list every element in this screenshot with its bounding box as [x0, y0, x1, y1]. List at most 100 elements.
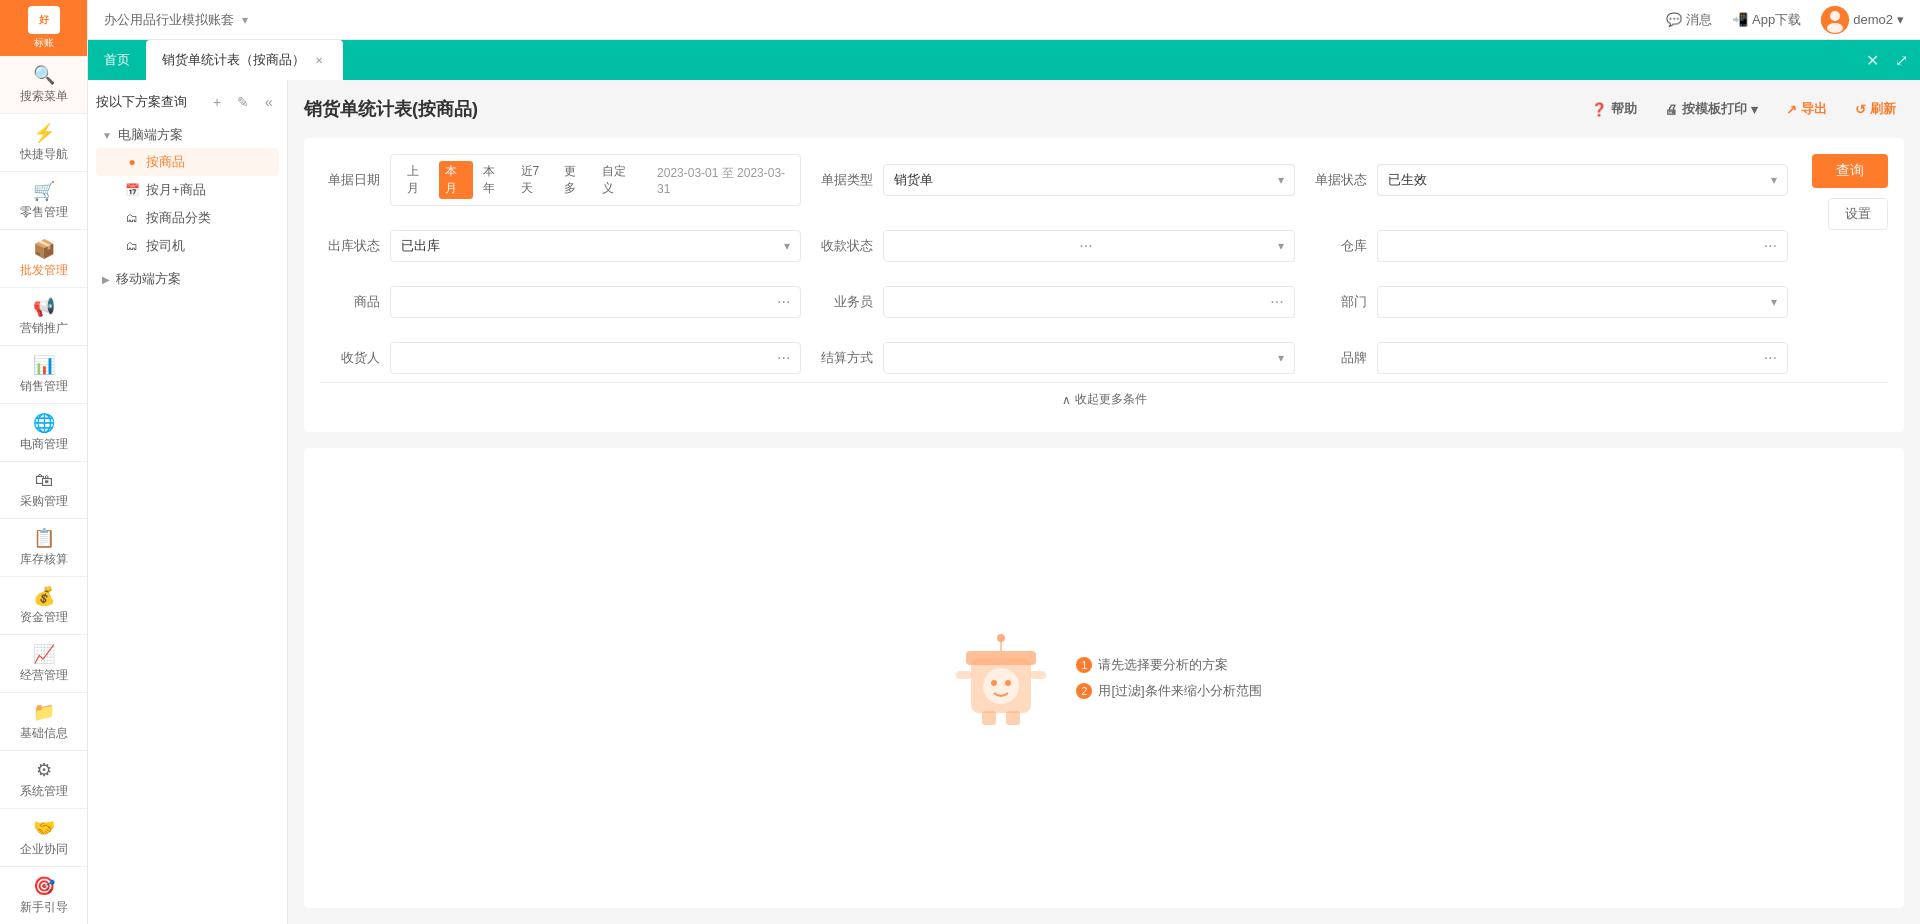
sidebar-item-sales[interactable]: 📊 销售管理 [0, 346, 87, 404]
close-window-button[interactable]: ✕ [1862, 47, 1883, 74]
newguide-icon: 🎯 [33, 875, 55, 897]
department-control[interactable]: ▾ [1377, 286, 1788, 318]
date-tab-more[interactable]: 更多 [558, 161, 592, 199]
app-download-label: App下载 [1752, 11, 1801, 29]
add-scheme-button[interactable]: + [207, 92, 227, 112]
sidebar-item-operation[interactable]: 📈 经营管理 [0, 635, 87, 693]
sidebar-item-basicinfo[interactable]: 📁 基础信息 [0, 693, 87, 751]
brand-control[interactable]: ··· [1377, 342, 1788, 374]
sidebar-item-retail[interactable]: 🛒 零售管理 [0, 172, 87, 230]
close-tab-icon[interactable]: ✕ [311, 52, 327, 68]
empty-svg [946, 623, 1056, 733]
help-button[interactable]: ❓ 帮助 [1583, 96, 1645, 122]
svg-point-5 [983, 668, 1019, 704]
tree-group-pc-header[interactable]: ▼ 电脑端方案 [96, 122, 279, 148]
date-tab-last-month[interactable]: 上月 [401, 161, 435, 199]
action-buttons: 查询 设置 [1812, 154, 1888, 230]
tree-item-by-sku[interactable]: 🗂 按司机 [96, 232, 279, 260]
sidebar-item-system[interactable]: ⚙ 系统管理 [0, 751, 87, 809]
settlement-dropdown-icon: ▾ [1278, 351, 1284, 365]
retail-icon: 🛒 [33, 180, 55, 202]
department-label: 部门 [1307, 293, 1377, 311]
sidebar-item-enterprise[interactable]: 🤝 企业协同 [0, 809, 87, 867]
type-label: 单据类型 [813, 171, 883, 189]
type-control[interactable]: 销货单 ▾ [883, 164, 1294, 196]
user-name: demo2 [1853, 12, 1893, 27]
filter-department: 部门 ▾ [1307, 286, 1788, 318]
date-tabs: 上月 本月 本年 近7天 更多 自定义 [401, 161, 641, 199]
warehouse-status-label: 出库状态 [320, 237, 390, 255]
tree-item-by-category[interactable]: 🗂 按商品分类 [96, 204, 279, 232]
system-icon: ⚙ [36, 759, 52, 781]
product-control[interactable]: ··· [390, 286, 801, 318]
date-label: 单据日期 [320, 171, 390, 189]
filter-row-3: 商品 ··· 业务员 ··· [320, 286, 1788, 318]
sidebar-item-search[interactable]: 🔍 搜索菜单 [0, 56, 87, 114]
sidebar-item-marketing[interactable]: 📢 营销推广 [0, 288, 87, 346]
sidebar-item-finance[interactable]: 💰 资金管理 [0, 577, 87, 635]
date-tab-custom[interactable]: 自定义 [596, 161, 641, 199]
avatar-image [1821, 6, 1849, 34]
tree-group-mobile-header[interactable]: ▶ 移动端方案 [96, 266, 279, 292]
sidebar-item-ecommerce[interactable]: 🌐 电商管理 [0, 404, 87, 462]
date-range-control[interactable]: 上月 本月 本年 近7天 更多 自定义 2023-03-01 至 2023-03… [390, 154, 801, 206]
hint-text-2: 用[过滤]条件来缩小分析范围 [1098, 682, 1261, 700]
topbar-left: 办公用品行业模拟账套 ▾ [104, 11, 248, 29]
sidebar-item-quicknav[interactable]: ⚡ 快捷导航 [0, 114, 87, 172]
sidebar-item-label: 快捷导航 [20, 146, 68, 163]
tab-sales-stat-label: 销货单统计表（按商品） [162, 51, 305, 69]
warehouse-control[interactable]: ··· [1377, 230, 1788, 262]
empty-state: 1 请先选择要分析的方案 2 用[过滤]条件来缩小分析范围 [304, 448, 1904, 908]
filter-warehouse: 仓库 ··· [1307, 230, 1788, 262]
expand-window-button[interactable]: ⤢ [1891, 47, 1912, 74]
refresh-button[interactable]: ↺ 刷新 [1847, 96, 1904, 122]
message-button[interactable]: 💬 消息 [1666, 11, 1712, 29]
hint-num-1: 1 [1076, 657, 1092, 673]
tree-item-by-month-product[interactable]: 📅 按月+商品 [96, 176, 279, 204]
query-button[interactable]: 查询 [1812, 154, 1888, 188]
warehouse-status-dropdown-icon: ▾ [784, 239, 790, 253]
payment-dots-icon: ··· [1079, 237, 1092, 255]
app-download-button[interactable]: 📲 App下载 [1732, 11, 1801, 29]
user-menu[interactable]: demo2 ▾ [1821, 6, 1904, 34]
sidebar-item-label: 经营管理 [20, 667, 68, 684]
edit-scheme-button[interactable]: ✎ [233, 92, 253, 112]
export-button[interactable]: ↗ 导出 [1778, 96, 1835, 122]
warehouse-status-control[interactable]: 已出库 ▾ [390, 230, 801, 262]
settings-button[interactable]: 设置 [1828, 198, 1888, 230]
sidebar-item-label: 零售管理 [20, 204, 68, 221]
collapse-panel-button[interactable]: « [259, 92, 279, 112]
basicinfo-icon: 📁 [33, 701, 55, 723]
sidebar-item-label: 搜索菜单 [20, 88, 68, 105]
tab-home[interactable]: 首页 [88, 40, 146, 80]
left-panel-title: 按以下方案查询 [96, 93, 187, 111]
tree-group-mobile: ▶ 移动端方案 [96, 266, 279, 292]
workspace-dropdown[interactable]: ▾ [242, 13, 248, 27]
sidebar-item-purchase[interactable]: 🛍 采购管理 [0, 462, 87, 519]
salesperson-control[interactable]: ··· [883, 286, 1294, 318]
tree-item-label: 按商品 [146, 153, 185, 171]
tab-sales-stat[interactable]: 销货单统计表（按商品） ✕ [146, 40, 343, 80]
refresh-icon: ↺ [1855, 102, 1866, 117]
tree-group-pc: ▼ 电脑端方案 ● 按商品 📅 按月+商品 🗂 按商品分类 🗂 按司机 [96, 122, 279, 260]
filter-payment-status: 收款状态 ··· ▾ [813, 230, 1294, 262]
main-area: 办公用品行业模拟账套 ▾ 💬 消息 📲 App下载 de [88, 0, 1920, 924]
sidebar-item-inventory[interactable]: 📋 库存核算 [0, 519, 87, 577]
date-tab-last7days[interactable]: 近7天 [515, 161, 555, 199]
workspace-title: 办公用品行业模拟账套 [104, 11, 234, 29]
filter-settlement: 结算方式 ▾ [813, 342, 1294, 374]
sidebar-item-wholesale[interactable]: 📦 批发管理 [0, 230, 87, 288]
sidebar-item-newguide[interactable]: 🎯 新手引导 [0, 867, 87, 924]
date-tab-this-year[interactable]: 本年 [477, 161, 511, 199]
settlement-control[interactable]: ▾ [883, 342, 1294, 374]
message-label: 消息 [1686, 11, 1712, 29]
tree-item-by-product[interactable]: ● 按商品 [96, 148, 279, 176]
topbar-right: 💬 消息 📲 App下载 demo2 ▾ [1666, 6, 1904, 34]
payment-status-control[interactable]: ··· ▾ [883, 230, 1294, 262]
consignee-control[interactable]: ··· [390, 342, 801, 374]
status-control[interactable]: 已生效 ▾ [1377, 164, 1788, 196]
date-tab-this-month[interactable]: 本月 [439, 161, 473, 199]
template-print-button[interactable]: 🖨 按模板打印 ▾ [1657, 96, 1766, 122]
sidebar: 好 标账 🔍 搜索菜单 ⚡ 快捷导航 🛒 零售管理 📦 批发管理 📢 营销推广 … [0, 0, 88, 924]
collapse-bar[interactable]: ∧ 收起更多条件 [320, 382, 1888, 416]
